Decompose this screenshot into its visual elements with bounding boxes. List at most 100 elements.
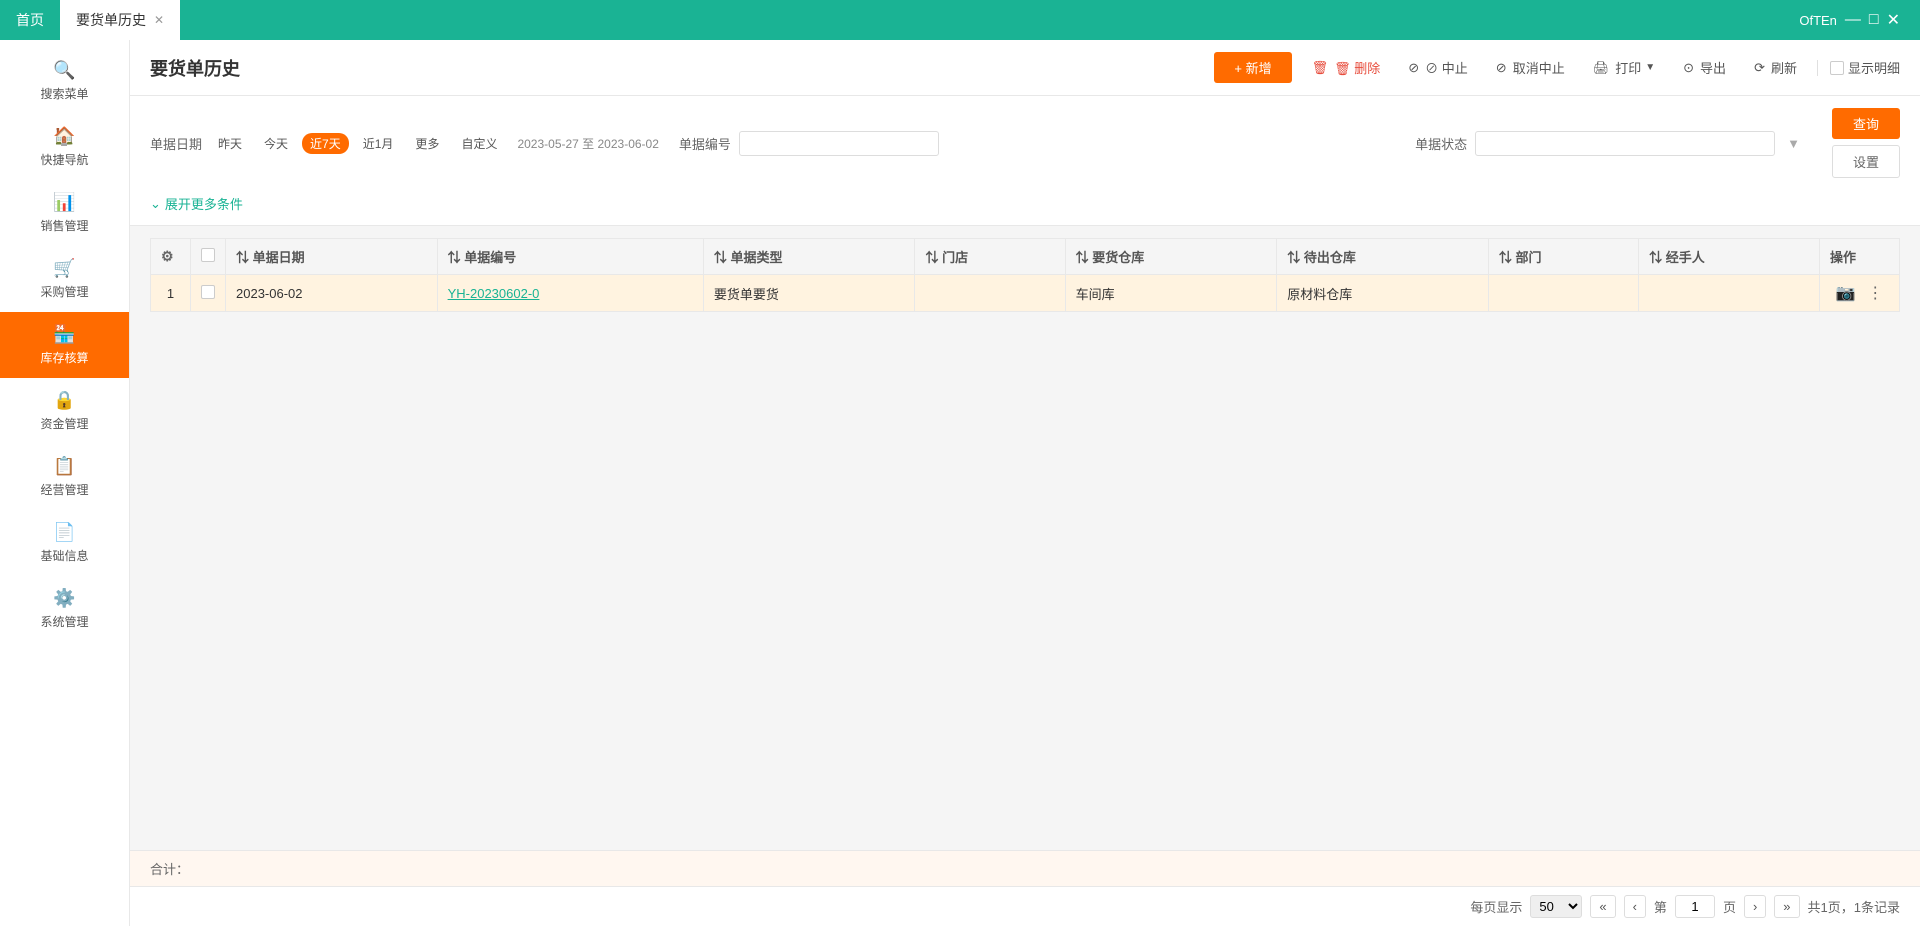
th-doc-no-label: 单据编号 <box>464 250 516 265</box>
date-btn-yesterday[interactable]: 昨天 <box>210 133 250 154</box>
sidebar-item-inventory[interactable]: 🏪 库存核算 <box>0 312 129 378</box>
date-range-display: 2023-05-27 至 2023-06-02 <box>517 135 658 152</box>
row-checkbox-cell <box>191 275 226 312</box>
export-button[interactable]: ⊙ 导出 <box>1675 54 1734 81</box>
th-operations: 操作 <box>1820 239 1900 275</box>
row-doc-date: 2023-06-02 <box>226 275 438 312</box>
th-doc-type-label: 单据类型 <box>730 250 782 265</box>
show-detail-button[interactable]: 显示明细 <box>1830 58 1900 77</box>
th-doc-date: ⇅ 单据日期 <box>226 239 438 275</box>
basic-info-icon: 📄 <box>53 522 75 543</box>
tab-home-label: 首页 <box>16 10 44 30</box>
status-input[interactable] <box>1475 131 1775 156</box>
print-button[interactable]: 🖨 打印 ▼ <box>1585 54 1663 81</box>
cancel-stop-button[interactable]: ⊘ 取消中止 <box>1488 54 1573 81</box>
sidebar-item-system-mgmt-label: 系统管理 <box>40 613 88 630</box>
next-page-button[interactable]: › <box>1744 895 1766 918</box>
doc-no-input[interactable] <box>739 131 939 156</box>
window-minimize-icon[interactable]: — <box>1845 11 1861 29</box>
row-edit-icon[interactable]: 📷 <box>1832 283 1860 304</box>
th-store-label: 门店 <box>942 250 968 265</box>
sidebar-item-operation-mgmt-label: 经营管理 <box>40 481 88 498</box>
new-button[interactable]: + 新增 <box>1214 52 1291 83</box>
tab-close-icon[interactable]: ✕ <box>154 13 164 27</box>
sidebar-item-purchase-mgmt-label: 采购管理 <box>40 283 88 300</box>
search-menu-icon: 🔍 <box>53 60 75 81</box>
brand-area: OfTEn — □ ✕ <box>1799 10 1920 30</box>
tab-home[interactable]: 首页 <box>0 0 60 40</box>
sidebar-item-inventory-label: 库存核算 <box>40 349 88 366</box>
th-checkbox <box>191 239 226 275</box>
page-size-select[interactable]: 50 10 20 100 <box>1530 895 1582 918</box>
cancel-stop-icon: ⊘ <box>1496 60 1507 76</box>
th-handler-label: 经手人 <box>1666 250 1705 265</box>
tab-requisition-history-label: 要货单历史 <box>76 10 146 30</box>
sidebar-item-quick-nav[interactable]: 🏠 快捷导航 <box>0 114 129 180</box>
status-dropdown-icon[interactable]: ▼ <box>1787 136 1800 151</box>
operation-mgmt-icon: 📋 <box>53 456 75 477</box>
status-label: 单据状态 <box>1415 134 1467 153</box>
first-page-button[interactable]: « <box>1590 895 1615 918</box>
prev-page-button[interactable]: ‹ <box>1624 895 1646 918</box>
sidebar-item-basic-info-label: 基础信息 <box>40 547 88 564</box>
footer-summary: 合计： <box>130 850 1920 886</box>
th-doc-type: ⇅ 单据类型 <box>703 239 915 275</box>
row-pending-warehouse: 原材料仓库 <box>1277 275 1489 312</box>
window-maximize-icon[interactable]: □ <box>1869 11 1879 29</box>
row-checkbox[interactable] <box>201 285 215 299</box>
search-button[interactable]: 查询 <box>1832 108 1900 139</box>
th-pending-warehouse-label: 待出仓库 <box>1304 250 1356 265</box>
sidebar-item-system-mgmt[interactable]: ⚙️ 系统管理 <box>0 576 129 642</box>
sidebar-item-operation-mgmt[interactable]: 📋 经营管理 <box>0 444 129 510</box>
date-btn-last7days[interactable]: 近7天 <box>302 133 349 154</box>
date-btn-today[interactable]: 今天 <box>256 133 296 154</box>
page-title: 要货单历史 <box>150 55 240 81</box>
date-btn-more[interactable]: 更多 <box>407 133 447 154</box>
stop-icon: ⊘ <box>1408 60 1419 76</box>
expand-more-button[interactable]: ⌄ 展开更多条件 <box>150 194 243 213</box>
sidebar-item-sales-mgmt-label: 销售管理 <box>40 217 88 234</box>
sidebar-item-finance-mgmt[interactable]: 🔒 资金管理 <box>0 378 129 444</box>
settings-gear-icon[interactable]: ⚙ <box>161 248 174 264</box>
filter-row-2: ⌄ 展开更多条件 <box>150 186 1900 213</box>
last-page-button[interactable]: » <box>1774 895 1799 918</box>
sidebar-item-basic-info[interactable]: 📄 基础信息 <box>0 510 129 576</box>
sidebar-item-purchase-mgmt[interactable]: 🛒 采购管理 <box>0 246 129 312</box>
sidebar-item-sales-mgmt[interactable]: 📊 销售管理 <box>0 180 129 246</box>
current-page-input[interactable]: 1 <box>1675 895 1715 918</box>
date-btn-custom[interactable]: 自定义 <box>453 133 505 154</box>
date-filter-buttons: 昨天 今天 近7天 近1月 更多 自定义 <box>210 133 505 154</box>
filter-area: 单据日期 昨天 今天 近7天 近1月 更多 自定义 2023-05-27 至 2… <box>130 96 1920 226</box>
date-btn-last-month[interactable]: 近1月 <box>355 133 402 154</box>
th-settings: ⚙ <box>151 239 191 275</box>
sales-mgmt-icon: 📊 <box>53 192 75 213</box>
main-layout: 🔍 搜索菜单 🏠 快捷导航 📊 销售管理 🛒 采购管理 🏪 库存核算 🔒 资金管… <box>0 40 1920 926</box>
row-more-icon[interactable]: ⋮ <box>1863 283 1887 304</box>
doc-no-filter: 单据编号 <box>679 131 939 156</box>
select-all-checkbox[interactable] <box>201 248 215 262</box>
page-prefix: 第 <box>1654 897 1667 916</box>
row-doc-no: YH-20230602-0 <box>437 275 703 312</box>
date-filter: 单据日期 昨天 今天 近7天 近1月 更多 自定义 2023-05-27 至 2… <box>150 133 659 154</box>
stop-button[interactable]: ⊘ ⊘ 中止 <box>1400 54 1476 81</box>
date-filter-label: 单据日期 <box>150 134 202 153</box>
system-mgmt-icon: ⚙️ <box>53 588 75 609</box>
print-icon: 🖨 <box>1593 60 1610 76</box>
delete-icon: 🗑 <box>1312 60 1329 76</box>
show-detail-checkbox[interactable] <box>1830 61 1844 75</box>
toolbar: + 新增 🗑 🗑 删除 ⊘ ⊘ 中止 ⊘ 取消中止 🖨 打印 ▼ <box>1214 52 1900 83</box>
sidebar-item-search-menu[interactable]: 🔍 搜索菜单 <box>0 48 129 114</box>
doc-no-link[interactable]: YH-20230602-0 <box>448 286 540 301</box>
delete-button[interactable]: 🗑 🗑 删除 <box>1304 54 1389 81</box>
settings-button[interactable]: 设置 <box>1832 145 1900 178</box>
refresh-button[interactable]: ⟳ 刷新 <box>1746 54 1805 81</box>
row-department <box>1488 275 1638 312</box>
th-handler: ⇅ 经手人 <box>1639 239 1820 275</box>
tab-requisition-history[interactable]: 要货单历史 ✕ <box>60 0 180 40</box>
th-department-label: 部门 <box>1515 250 1541 265</box>
th-req-warehouse-label: 要货仓库 <box>1092 250 1144 265</box>
toolbar-divider <box>1817 60 1818 76</box>
row-num: 1 <box>151 275 191 312</box>
content-area: 要货单历史 + 新增 🗑 🗑 删除 ⊘ ⊘ 中止 ⊘ 取消中止 🖨 打印 <box>130 40 1920 926</box>
window-close-icon[interactable]: ✕ <box>1887 10 1900 30</box>
